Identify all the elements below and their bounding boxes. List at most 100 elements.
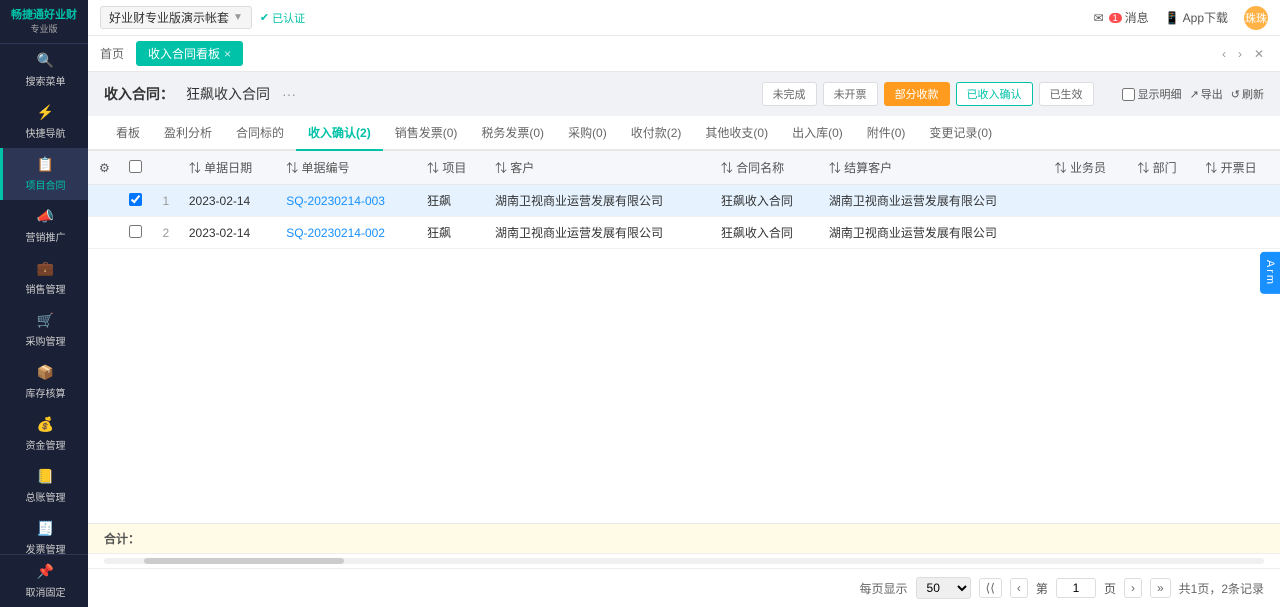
tab-payment[interactable]: 收付款(2)	[619, 116, 694, 151]
sidebar-search[interactable]: 🔍 搜索菜单	[0, 44, 88, 96]
scroll-thumb[interactable]	[144, 558, 344, 564]
row-order-no: SQ-20230214-003	[278, 185, 419, 217]
sidebar-item-project-contract[interactable]: 📋 项目合同	[0, 148, 88, 200]
sidebar-item-marketing[interactable]: 📣 营销推广	[0, 200, 88, 252]
table-row[interactable]: 2 2023-02-14 SQ-20230214-002 狂飙 湖南卫视商业运营…	[88, 217, 1280, 249]
export-button[interactable]: ↗ 导出	[1190, 86, 1223, 102]
tab-attachments[interactable]: 附件(0)	[855, 116, 918, 151]
sidebar-item-fund[interactable]: 💰 资金管理	[0, 408, 88, 460]
row-department	[1129, 217, 1197, 249]
row-check-cell[interactable]	[121, 217, 151, 249]
sidebar-item-sales[interactable]: 💼 销售管理	[0, 252, 88, 304]
row-open-date	[1197, 217, 1280, 249]
col-customer[interactable]: ⇅ 客户	[487, 151, 713, 185]
tab-profit[interactable]: 盈利分析	[152, 116, 224, 151]
message-button[interactable]: ✉ 1 消息	[1094, 9, 1149, 26]
col-contract-name[interactable]: ⇅ 合同名称	[713, 151, 821, 185]
nav-close-icon[interactable]: ✕	[1250, 45, 1268, 63]
detail-checkbox-input[interactable]	[1122, 88, 1135, 101]
sidebar-unpin-label: 取消固定	[26, 584, 66, 599]
show-detail-checkbox[interactable]: 显示明细	[1122, 86, 1182, 102]
cert-check-icon: ✔	[260, 11, 269, 24]
export-label: 导出	[1201, 86, 1223, 102]
right-actions: 显示明细 ↗ 导出 ↺ 刷新	[1122, 86, 1264, 102]
table-body: 1 2023-02-14 SQ-20230214-003 狂飙 湖南卫视商业运营…	[88, 185, 1280, 249]
status-effective[interactable]: 已生效	[1039, 82, 1094, 106]
nav-next-icon[interactable]: ›	[1234, 45, 1246, 63]
status-certified[interactable]: 已收入确认	[956, 82, 1033, 106]
sidebar-item-quick-nav[interactable]: ⚡ 快捷导航	[0, 96, 88, 148]
float-right-button[interactable]: Arm	[1260, 252, 1280, 294]
refresh-button[interactable]: ↺ 刷新	[1231, 86, 1264, 102]
more-button[interactable]: ···	[282, 86, 296, 102]
sidebar-item-invoice[interactable]: 🧾 发票管理	[0, 512, 88, 554]
prev-page-button[interactable]: ‹	[1010, 578, 1028, 598]
tab-contract-std[interactable]: 合同标的	[224, 116, 296, 151]
sidebar-item-inventory[interactable]: 📦 库存核算	[0, 356, 88, 408]
col-department[interactable]: ⇅ 部门	[1129, 151, 1197, 185]
active-tab-label: 收入合同看板	[148, 45, 220, 62]
row-checkbox[interactable]	[129, 225, 142, 238]
scroll-track[interactable]	[104, 558, 1264, 564]
order-no-link[interactable]: SQ-20230214-003	[286, 194, 385, 208]
nav-arrows: ‹ › ✕	[1218, 45, 1268, 63]
nav-home[interactable]: 首页	[100, 45, 124, 62]
sidebar-item-general-ledger[interactable]: 📒 总账管理	[0, 460, 88, 512]
page-label-before: 第	[1036, 580, 1048, 597]
tab-kanban[interactable]: 看板	[104, 116, 152, 151]
sidebar-item-label: 采购管理	[26, 333, 66, 348]
sidebar-item-label: 营销推广	[26, 229, 66, 244]
tab-sales-invoice[interactable]: 销售发票(0)	[383, 116, 470, 151]
order-no-link[interactable]: SQ-20230214-002	[286, 226, 385, 240]
row-checkbox[interactable]	[129, 193, 142, 206]
sidebar-item-purchase[interactable]: 🛒 采购管理	[0, 304, 88, 356]
project-label: ⇅ 项目	[427, 161, 466, 175]
sidebar-unpin[interactable]: 📌 取消固定	[0, 555, 88, 607]
row-order-no: SQ-20230214-002	[278, 217, 419, 249]
open-date-label: ⇅ 开票日	[1205, 161, 1256, 175]
status-unfinished[interactable]: 未完成	[762, 82, 817, 106]
col-settings[interactable]: ⚙	[88, 151, 121, 185]
tab-storage[interactable]: 出入库(0)	[780, 116, 855, 151]
col-salesman[interactable]: ⇅ 业务员	[1047, 151, 1130, 185]
table-row[interactable]: 1 2023-02-14 SQ-20230214-003 狂飙 湖南卫视商业运营…	[88, 185, 1280, 217]
sidebar-item-label: 资金管理	[26, 437, 66, 452]
app-download-button[interactable]: 📱 App下载	[1165, 9, 1228, 26]
nav-prev-icon[interactable]: ‹	[1218, 45, 1230, 63]
row-result-customer: 湖南卫视商业运营发展有限公司	[821, 185, 1047, 217]
tab-income-confirm[interactable]: 收入确认(2)	[296, 116, 383, 151]
row-check-cell[interactable]	[121, 185, 151, 217]
row-settings-cell	[88, 185, 121, 217]
scroll-bar-area	[88, 553, 1280, 568]
row-num-cell: 2	[151, 217, 181, 249]
page-number-input[interactable]	[1056, 578, 1096, 598]
order-date-label: ⇅ 单据日期	[189, 161, 252, 175]
tab-change-log[interactable]: 变更记录(0)	[917, 116, 1004, 151]
pin-icon: 📌	[37, 563, 54, 580]
next-page-button[interactable]: ›	[1124, 578, 1142, 598]
close-tab-icon[interactable]: ×	[224, 47, 231, 61]
col-project[interactable]: ⇅ 项目	[419, 151, 487, 185]
select-all-checkbox[interactable]	[129, 160, 142, 173]
row-result-customer: 湖南卫视商业运营发展有限公司	[821, 217, 1047, 249]
col-result-customer[interactable]: ⇅ 结算客户	[821, 151, 1047, 185]
contract-name-label: ⇅ 合同名称	[721, 161, 784, 175]
col-order-date[interactable]: ⇅ 单据日期	[181, 151, 278, 185]
company-selector[interactable]: 好业财专业版演示帐套 ▼	[100, 6, 252, 29]
sidebar: 畅捷通好业财 专业版 🔍 搜索菜单 ⚡ 快捷导航 📋 项目合同 📣 营销推广 💼…	[0, 0, 88, 607]
status-uninvoiced[interactable]: 未开票	[823, 82, 878, 106]
col-order-no[interactable]: ⇅ 单据编号	[278, 151, 419, 185]
tab-tax-invoice[interactable]: 税务发票(0)	[469, 116, 556, 151]
user-avatar[interactable]: 珠珠	[1244, 6, 1268, 30]
status-partial[interactable]: 部分收款	[884, 82, 950, 106]
inventory-icon: 📦	[37, 364, 54, 381]
tab-purchase[interactable]: 采购(0)	[556, 116, 619, 151]
active-tab[interactable]: 收入合同看板 ×	[136, 41, 243, 66]
tab-other-income[interactable]: 其他收支(0)	[693, 116, 780, 151]
last-page-button[interactable]: »	[1150, 578, 1171, 598]
per-page-select[interactable]: 50 100 200	[916, 577, 971, 599]
col-check[interactable]	[121, 151, 151, 185]
first-page-button[interactable]: ⟨⟨	[979, 578, 1002, 598]
header-nav: 首页 收入合同看板 × ‹ › ✕	[88, 36, 1280, 72]
col-open-date[interactable]: ⇅ 开票日	[1197, 151, 1280, 185]
